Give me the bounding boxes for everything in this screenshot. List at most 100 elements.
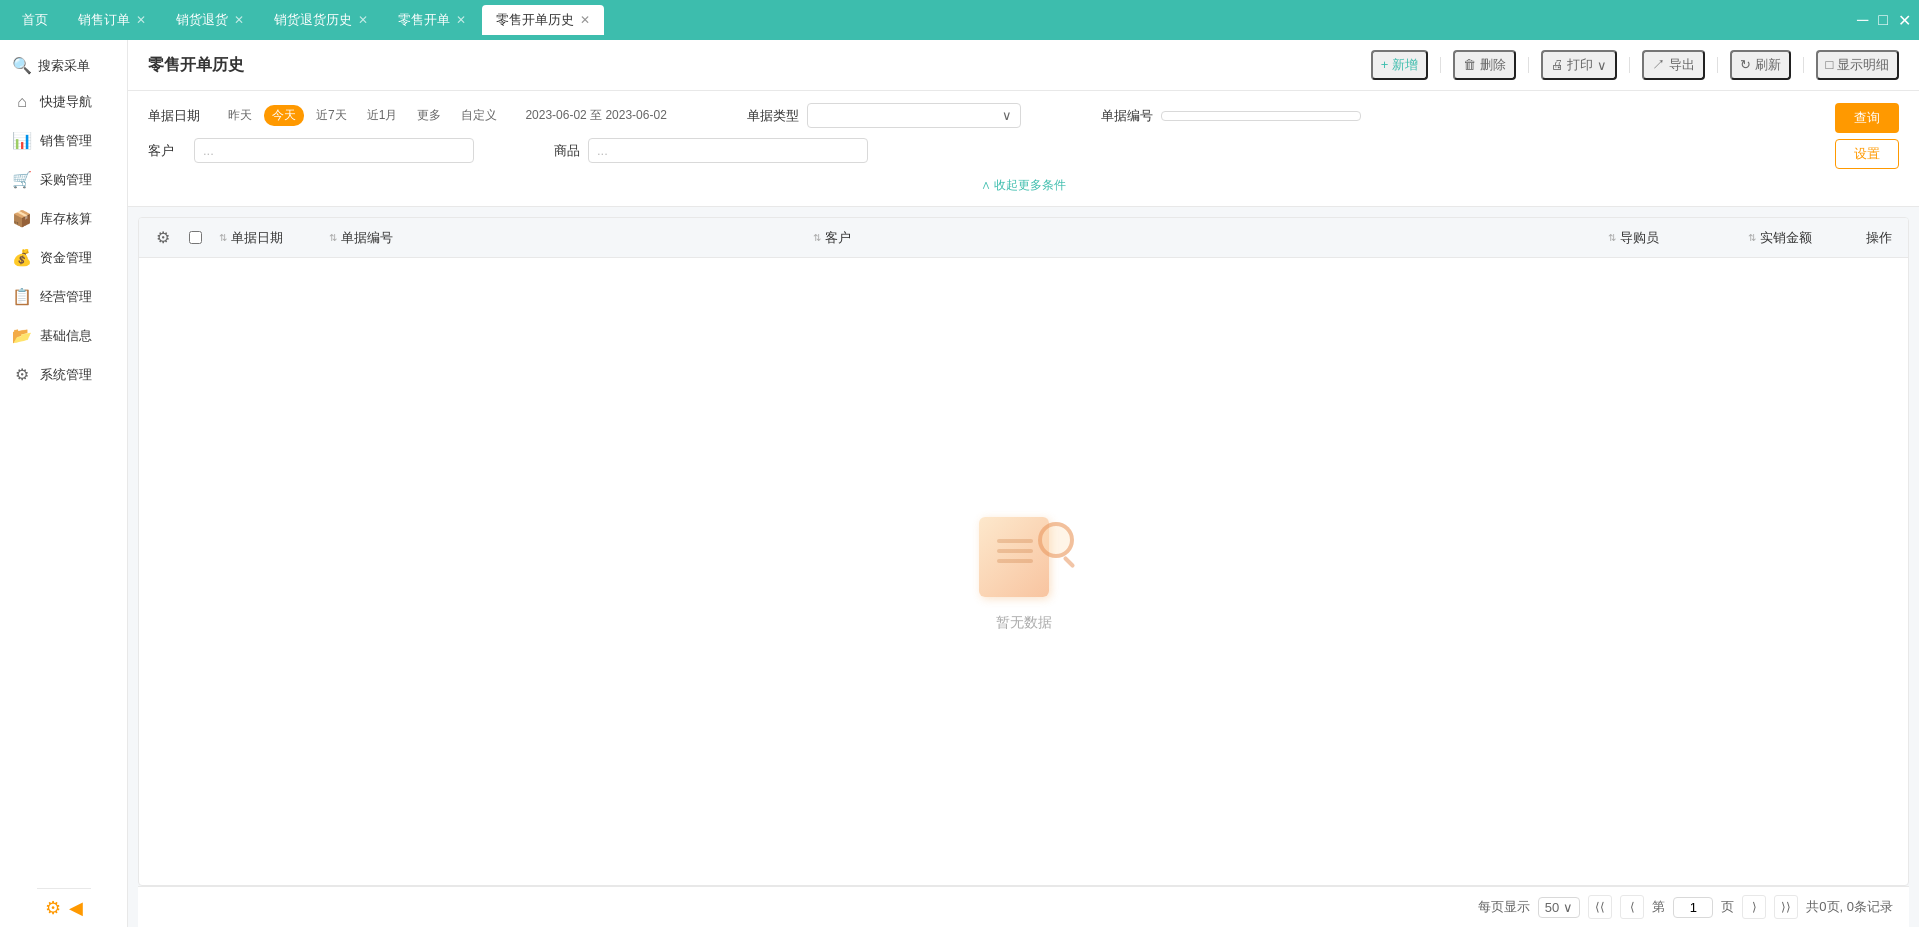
date-btn-today[interactable]: 今天 [264,105,304,126]
tab-home[interactable]: 首页 [8,5,62,35]
th-action-label: 操作 [1866,229,1892,247]
per-page-select[interactable]: 50 ∨ [1538,897,1580,918]
gear-icon: ⚙ [12,365,32,384]
doc-sn-input[interactable] [1161,111,1361,121]
sort-icon-amount: ⇅ [1748,232,1756,243]
date-btn-custom[interactable]: 自定义 [453,105,505,126]
tab-sales-order[interactable]: 销售订单 ✕ [64,5,160,35]
add-button[interactable]: + 新增 [1371,50,1428,80]
query-button[interactable]: 查询 [1835,103,1899,133]
page-next-btn[interactable]: ⟩ [1742,895,1766,919]
tab-retail-open-history-close[interactable]: ✕ [580,13,590,27]
sidebar-item-sales-mgmt[interactable]: 📊 销售管理 [0,121,127,160]
sidebar-item-system-mgmt-label: 系统管理 [40,366,92,384]
window-maximize-btn[interactable]: □ [1878,11,1888,29]
delete-button[interactable]: 🗑 删除 [1453,50,1516,80]
doc-type-filter-label: 单据类型 [747,107,799,125]
doc-type-select[interactable]: ∨ [807,103,1021,128]
sidebar-setting-btn[interactable]: ⚙ [45,897,61,919]
window-close-btn[interactable]: ✕ [1898,11,1911,30]
tab-sales-order-label: 销售订单 [78,11,130,29]
divider-2 [1528,57,1529,73]
cart-icon: 🛒 [12,170,32,189]
th-amount[interactable]: ⇅ 实销金额 [1700,229,1820,247]
home-icon: ⌂ [12,93,32,111]
collapse-more-label: ∧ 收起更多条件 [981,177,1066,194]
date-btn-last1m[interactable]: 近1月 [359,105,406,126]
refresh-button[interactable]: ↻ 刷新 [1730,50,1791,80]
tab-retail-open-history[interactable]: 零售开单历史 ✕ [482,5,604,35]
print-button[interactable]: 🖨 打印 ∨ [1541,50,1618,80]
sidebar-item-operations[interactable]: 📋 经营管理 [0,277,127,316]
per-page-value: 50 [1545,900,1559,915]
display-detail-button[interactable]: □ 显示明细 [1816,50,1899,80]
date-btn-yesterday[interactable]: 昨天 [220,105,260,126]
customer-input[interactable]: ... [194,138,474,163]
th-sn[interactable]: ⇅ 单据编号 [321,229,805,247]
th-date[interactable]: ⇅ 单据日期 [211,229,321,247]
empty-state: 暂无数据 [974,512,1074,632]
tab-retail-open-close[interactable]: ✕ [456,13,466,27]
page-header: 零售开单历史 + 新增 🗑 删除 🖨 打印 ∨ ↗ 导出 ↻ 刷新 □ 显示明细 [128,40,1919,91]
page-prev-btn[interactable]: ⟨ [1620,895,1644,919]
sidebar-item-inventory[interactable]: 📦 库存核算 [0,199,127,238]
th-date-label: 单据日期 [231,229,283,247]
sidebar-item-base-info[interactable]: 📂 基础信息 [0,316,127,355]
page-first-btn[interactable]: ⟨⟨ [1588,895,1612,919]
sort-icon-sn: ⇅ [329,232,337,243]
select-all-input[interactable] [189,231,202,244]
sidebar-item-finance[interactable]: 💰 资金管理 [0,238,127,277]
page-label: 第 [1652,898,1665,916]
folder-icon: 📂 [12,326,32,345]
product-input[interactable]: ... [588,138,868,163]
divider-3 [1629,57,1630,73]
doc-line-3 [997,559,1033,563]
page-input[interactable] [1673,897,1713,918]
sidebar-item-operations-label: 经营管理 [40,288,92,306]
date-btn-more[interactable]: 更多 [409,105,449,126]
th-amount-label: 实销金额 [1760,229,1812,247]
page-last-btn[interactable]: ⟩⟩ [1774,895,1798,919]
page-title: 零售开单历史 [148,55,244,76]
tab-sales-return-history-close[interactable]: ✕ [358,13,368,27]
tab-sales-return[interactable]: 销货退货 ✕ [162,5,258,35]
date-btn-last7[interactable]: 近7天 [308,105,355,126]
content-area: 零售开单历史 + 新增 🗑 删除 🖨 打印 ∨ ↗ 导出 ↻ 刷新 □ 显示明细 [128,40,1919,927]
per-page-arrow: ∨ [1563,900,1573,915]
th-customer[interactable]: ⇅ 客户 [805,229,1600,247]
sidebar-search[interactable]: 🔍 搜索采单 [0,48,127,83]
date-filter-label: 单据日期 [148,107,200,125]
th-guide[interactable]: ⇅ 导购员 [1600,229,1700,247]
collapse-more-btn[interactable]: ∧ 收起更多条件 [148,177,1899,194]
export-button[interactable]: ↗ 导出 [1642,50,1705,80]
table-wrapper: ⚙ ⇅ 单据日期 ⇅ 单据编号 ⇅ 客户 [138,217,1909,886]
table-select-all-checkbox[interactable] [179,231,211,244]
page-suffix: 页 [1721,898,1734,916]
filter-setting-button[interactable]: 设置 [1835,139,1899,169]
sidebar-item-quick-nav[interactable]: ⌂ 快捷导航 [0,83,127,121]
sidebar-item-system-mgmt[interactable]: ⚙ 系统管理 [0,355,127,394]
sidebar-item-sales-mgmt-label: 销售管理 [40,132,92,150]
product-filter-label: 商品 [554,142,580,160]
sidebar-collapse-btn[interactable]: ◀ [69,897,83,919]
sidebar-item-purchase-mgmt-label: 采购管理 [40,171,92,189]
divider-4 [1717,57,1718,73]
box-icon: 📦 [12,209,32,228]
window-minimize-btn[interactable]: ─ [1857,11,1868,29]
clipboard-icon: 📋 [12,287,32,306]
doc-shape [979,517,1049,597]
magnifier-icon [1038,522,1074,558]
divider-5 [1803,57,1804,73]
pagination: 每页显示 50 ∨ ⟨⟨ ⟨ 第 页 ⟩ ⟩⟩ 共0页, 0条记录 [138,886,1909,927]
th-sn-label: 单据编号 [341,229,393,247]
table-settings-btn[interactable]: ⚙ [147,228,179,247]
tab-sales-return-close[interactable]: ✕ [234,13,244,27]
tab-retail-open[interactable]: 零售开单 ✕ [384,5,480,35]
sidebar-item-purchase-mgmt[interactable]: 🛒 采购管理 [0,160,127,199]
tab-retail-open-history-label: 零售开单历史 [496,11,574,29]
tab-sales-return-history[interactable]: 销货退货历史 ✕ [260,5,382,35]
customer-filter-label: 客户 [148,142,174,160]
tab-sales-order-close[interactable]: ✕ [136,13,146,27]
sort-icon-guide: ⇅ [1608,232,1616,243]
tab-home-label: 首页 [22,11,48,29]
